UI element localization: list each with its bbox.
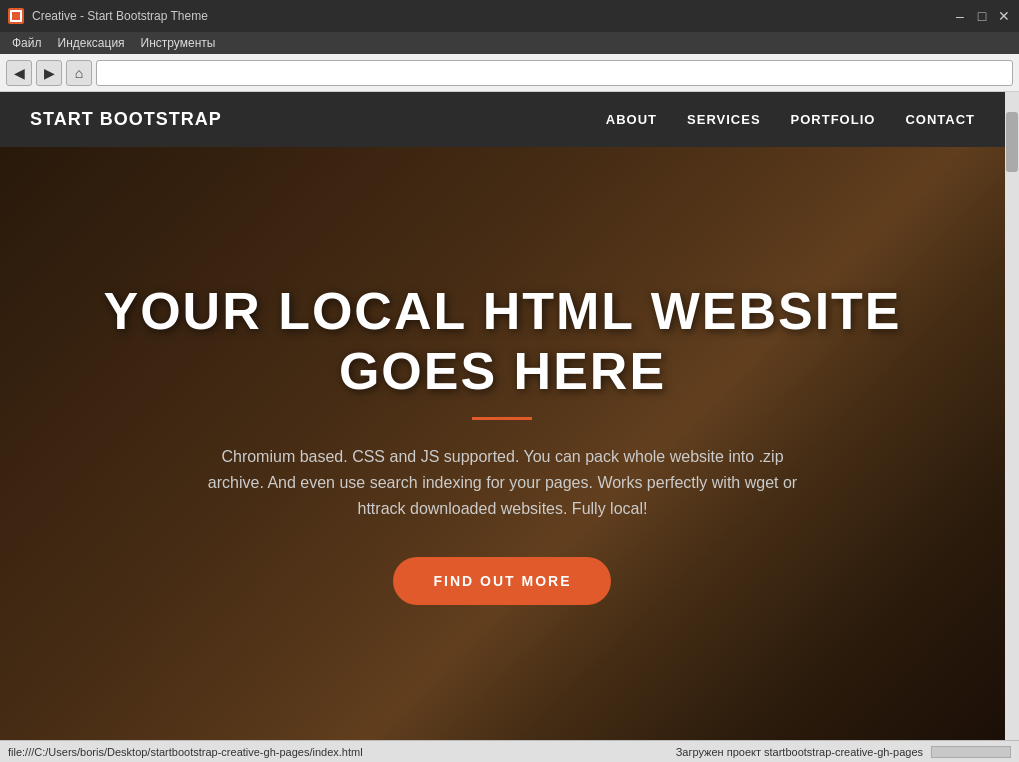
site-brand: START BOOTSTRAP: [30, 109, 606, 130]
hero-divider: [472, 417, 532, 420]
maximize-button[interactable]: □: [975, 9, 989, 23]
hero-section: YOUR LOCAL HTML WEBSITE GOES HERE Chromi…: [0, 147, 1005, 740]
scrollbar[interactable]: [1005, 92, 1019, 740]
menu-tools[interactable]: Инструменты: [133, 34, 224, 52]
site-nav-links: ABOUT SERVICES PORTFOLIO CONTACT: [606, 112, 975, 127]
toolbar: ◀ ▶ ⌂: [0, 54, 1019, 92]
forward-button[interactable]: ▶: [36, 60, 62, 86]
menu-file[interactable]: Файл: [4, 34, 50, 52]
status-url: file:///C:/Users/boris/Desktop/startboot…: [8, 746, 676, 758]
back-button[interactable]: ◀: [6, 60, 32, 86]
nav-portfolio[interactable]: PORTFOLIO: [791, 112, 876, 127]
status-bar: file:///C:/Users/boris/Desktop/startboot…: [0, 740, 1019, 762]
menu-indexing[interactable]: Индексация: [50, 34, 133, 52]
window-titlebar: Creative - Start Bootstrap Theme – □ ✕: [0, 0, 1019, 32]
status-progress-bar: [931, 746, 1011, 758]
nav-services[interactable]: SERVICES: [687, 112, 761, 127]
home-button[interactable]: ⌂: [66, 60, 92, 86]
site-navbar: START BOOTSTRAP ABOUT SERVICES PORTFOLIO…: [0, 92, 1005, 147]
window-title: Creative - Start Bootstrap Theme: [32, 9, 953, 23]
window-controls: – □ ✕: [953, 9, 1011, 23]
address-bar[interactable]: [96, 60, 1013, 86]
close-button[interactable]: ✕: [997, 9, 1011, 23]
hero-title-line1: YOUR LOCAL HTML WEBSITE: [103, 282, 901, 340]
cta-button[interactable]: FIND OUT MORE: [393, 557, 611, 605]
browser-icon: [8, 8, 24, 24]
webpage: START BOOTSTRAP ABOUT SERVICES PORTFOLIO…: [0, 92, 1005, 740]
hero-subtitle: Chromium based. CSS and JS supported. Yo…: [192, 444, 812, 521]
scrollbar-thumb[interactable]: [1006, 112, 1018, 172]
hero-title: YOUR LOCAL HTML WEBSITE GOES HERE: [103, 282, 901, 402]
nav-contact[interactable]: CONTACT: [905, 112, 975, 127]
hero-content: YOUR LOCAL HTML WEBSITE GOES HERE Chromi…: [103, 282, 901, 605]
nav-about[interactable]: ABOUT: [606, 112, 657, 127]
hero-title-line2: GOES HERE: [339, 342, 666, 400]
browser-content: START BOOTSTRAP ABOUT SERVICES PORTFOLIO…: [0, 92, 1019, 740]
minimize-button[interactable]: –: [953, 9, 967, 23]
menu-bar: Файл Индексация Инструменты: [0, 32, 1019, 54]
status-message: Загружен проект startbootstrap-creative-…: [676, 746, 923, 758]
